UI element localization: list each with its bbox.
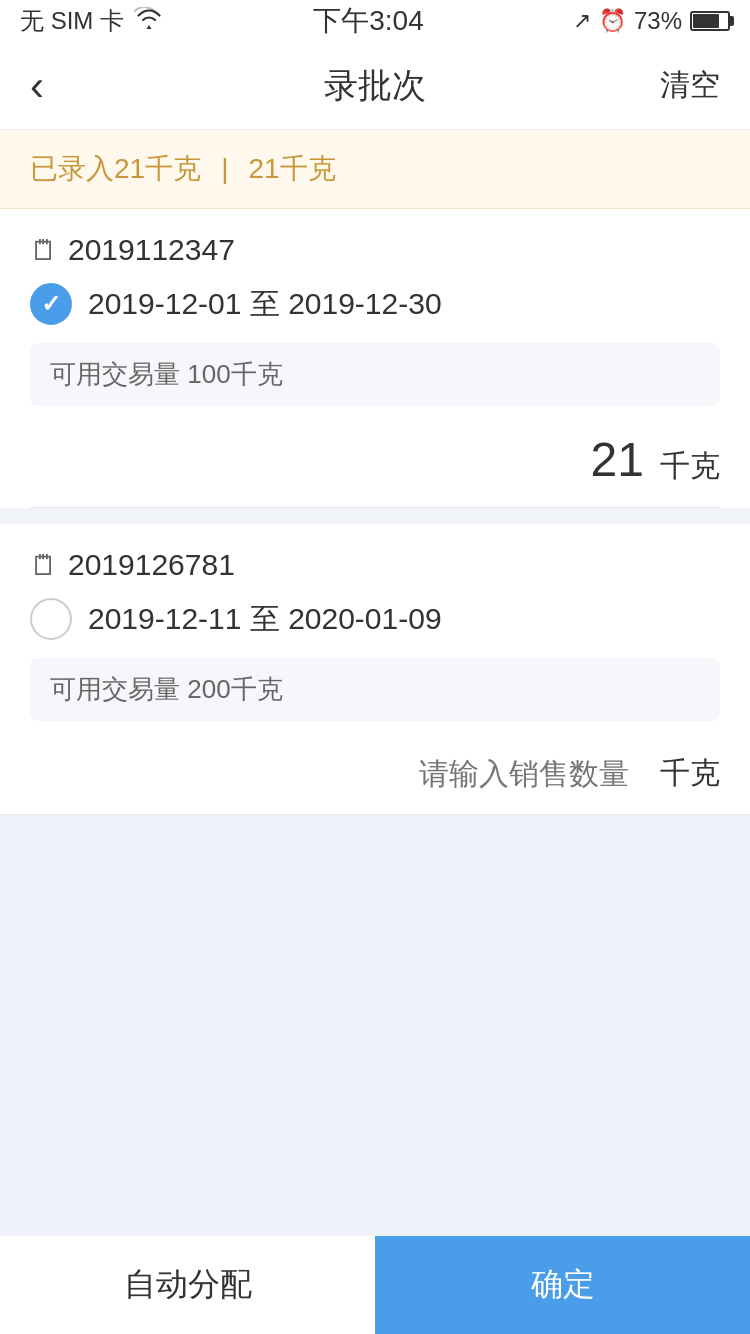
batch1-amount: 21 bbox=[591, 432, 644, 487]
batch1-date: 2019-12-01 至 2019-12-30 bbox=[88, 284, 442, 325]
batch2-qty-label: 可用交易量 200千克 bbox=[50, 674, 283, 704]
batch-card-1: 🗒 2019112347 2019-12-01 至 2019-12-30 可用交… bbox=[0, 209, 750, 508]
batch1-qty-box: 可用交易量 100千克 bbox=[30, 343, 720, 406]
batch2-header: 🗒 2019126781 bbox=[0, 524, 750, 590]
batch2-date-row[interactable]: 2019-12-11 至 2020-01-09 bbox=[0, 590, 750, 648]
batch1-amount-row: 21 千克 bbox=[0, 422, 750, 507]
summary-bar: 已录入21千克 | 21千克 bbox=[0, 130, 750, 209]
batch2-unit: 千克 bbox=[660, 753, 720, 794]
section-gap bbox=[0, 508, 750, 524]
batch1-date-row[interactable]: 2019-12-01 至 2019-12-30 bbox=[0, 275, 750, 333]
wifi-icon bbox=[134, 7, 164, 35]
batch2-date: 2019-12-11 至 2020-01-09 bbox=[88, 599, 442, 640]
alarm-icon: ⏰ bbox=[599, 8, 626, 34]
batch2-qty-box: 可用交易量 200千克 bbox=[30, 658, 720, 721]
batch1-radio[interactable] bbox=[30, 283, 72, 325]
empty-area bbox=[0, 815, 750, 1295]
location-icon: ↗ bbox=[573, 8, 591, 34]
batch-card-2: 🗒 2019126781 2019-12-11 至 2020-01-09 可用交… bbox=[0, 524, 750, 815]
back-button[interactable]: ‹ bbox=[30, 62, 90, 110]
carrier-label: 无 SIM 卡 bbox=[20, 5, 124, 37]
summary-divider: | bbox=[221, 153, 228, 185]
batch2-id: 2019126781 bbox=[68, 548, 235, 582]
batch1-header: 🗒 2019112347 bbox=[0, 209, 750, 275]
batch2-radio[interactable] bbox=[30, 598, 72, 640]
status-bar: 无 SIM 卡 下午3:04 ↗ ⏰ 73% bbox=[0, 0, 750, 42]
summary-recorded: 已录入21千克 bbox=[30, 150, 201, 188]
batch2-icon: 🗒 bbox=[30, 549, 58, 582]
confirm-button[interactable]: 确定 bbox=[375, 1236, 750, 1334]
page-title: 录批次 bbox=[324, 63, 426, 109]
clear-button[interactable]: 清空 bbox=[660, 65, 720, 106]
batch1-id: 2019112347 bbox=[68, 233, 235, 267]
status-left: 无 SIM 卡 bbox=[20, 5, 164, 37]
auto-distribute-button[interactable]: 自动分配 bbox=[0, 1236, 375, 1334]
batch1-qty-label: 可用交易量 100千克 bbox=[50, 359, 283, 389]
battery-percent: 73% bbox=[634, 7, 682, 35]
bottom-bar: 自动分配 确定 bbox=[0, 1236, 750, 1334]
batch1-icon: 🗒 bbox=[30, 234, 58, 267]
main-content: 🗒 2019112347 2019-12-01 至 2019-12-30 可用交… bbox=[0, 209, 750, 1334]
summary-total: 21千克 bbox=[248, 150, 335, 188]
batch1-unit: 千克 bbox=[660, 446, 720, 487]
status-right: ↗ ⏰ 73% bbox=[573, 7, 730, 35]
nav-bar: ‹ 录批次 清空 bbox=[0, 42, 750, 130]
battery-icon bbox=[690, 11, 730, 31]
status-time: 下午3:04 bbox=[313, 2, 424, 40]
batch2-input-row: 千克 bbox=[0, 737, 750, 815]
batch2-qty-input[interactable] bbox=[30, 757, 644, 791]
